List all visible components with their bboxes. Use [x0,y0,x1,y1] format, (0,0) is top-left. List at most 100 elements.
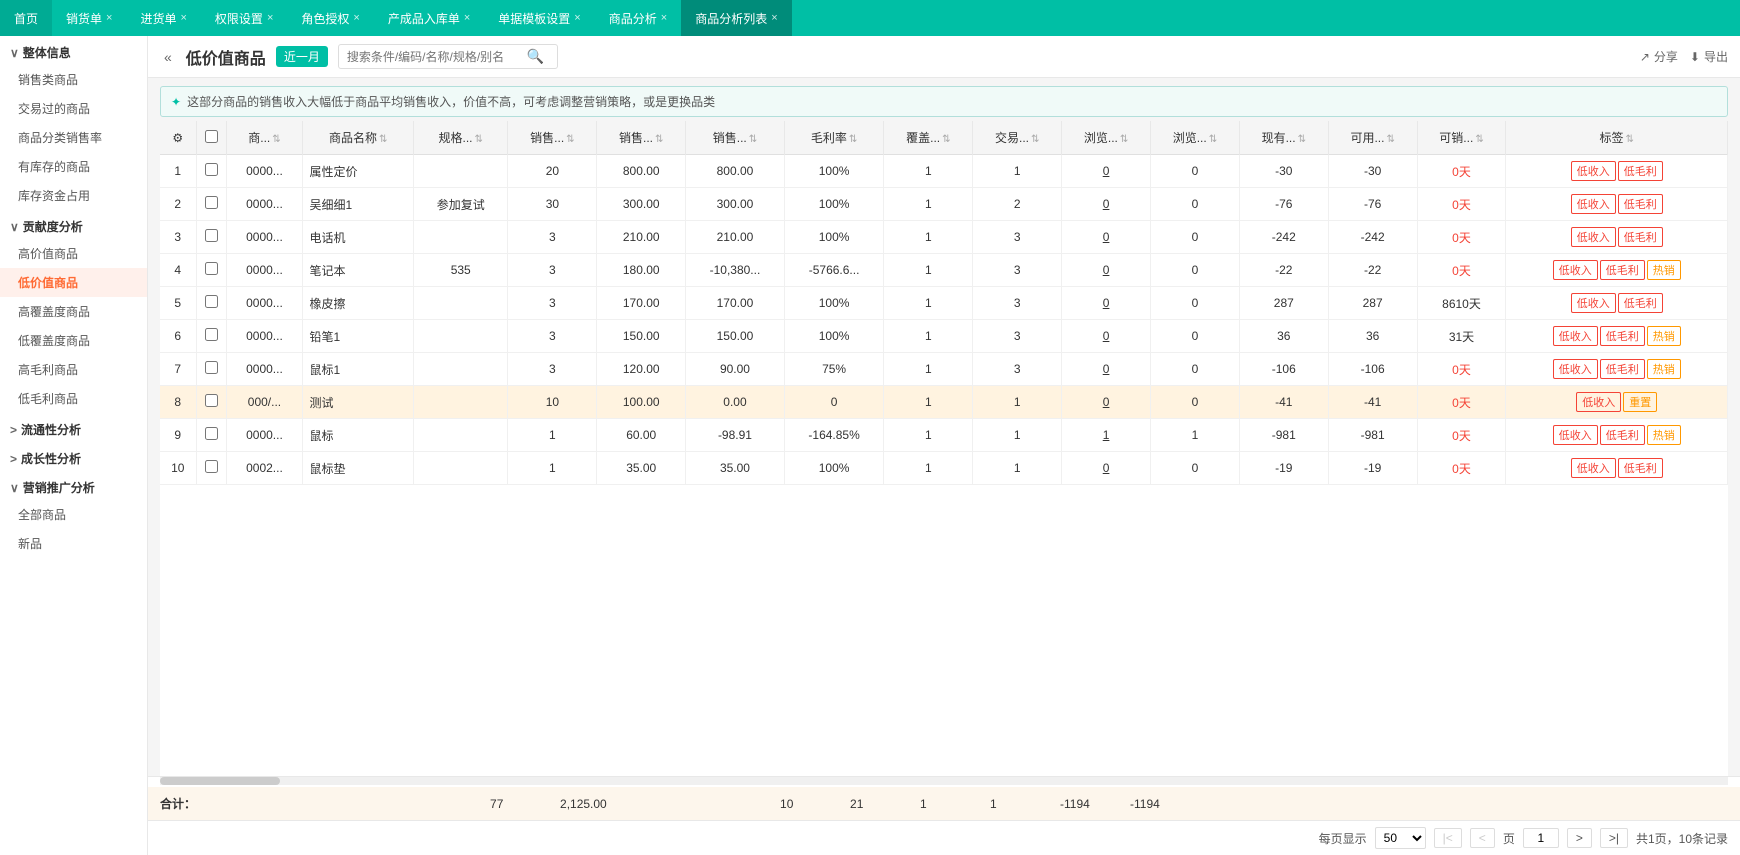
col-check[interactable] [196,121,226,155]
sidebar-group-flow[interactable]: > 流通性分析 [0,413,147,442]
cell-check[interactable] [196,353,226,386]
sidebar-group-contribution[interactable]: ∨ 贡献度分析 [0,210,147,239]
col-sales-amt[interactable]: 销售...⇅ [597,121,686,155]
sidebar-item-sales-goods[interactable]: 销售类商品 [0,65,147,94]
col-view2[interactable]: 浏览...⇅ [1151,121,1240,155]
view1-link[interactable]: 0 [1103,395,1110,409]
row-checkbox[interactable] [205,328,218,341]
sidebar-item-high-value[interactable]: 高价值商品 [0,239,147,268]
cell-view1[interactable]: 0 [1062,188,1151,221]
cell-check[interactable] [196,155,226,188]
view1-link[interactable]: 0 [1103,263,1110,277]
nav-item-home[interactable]: 首页 [0,0,52,36]
cell-check[interactable] [196,254,226,287]
nav-item-roles[interactable]: 角色授权 × [287,0,373,36]
share-button[interactable]: ↗ 分享 [1640,48,1678,65]
col-trade[interactable]: 交易...⇅ [973,121,1062,155]
cell-check[interactable] [196,386,226,419]
sidebar-item-new-goods[interactable]: 新品 [0,529,147,558]
sidebar-item-low-margin[interactable]: 低毛利商品 [0,384,147,413]
cell-view1[interactable]: 0 [1062,452,1151,485]
export-button[interactable]: ⬇ 导出 [1690,48,1728,65]
row-checkbox[interactable] [205,427,218,440]
nav-close-permissions[interactable]: × [267,12,273,24]
view1-link[interactable]: 0 [1103,164,1110,178]
col-coverage[interactable]: 覆盖...⇅ [884,121,973,155]
col-margin[interactable]: 毛利率⇅ [784,121,884,155]
cell-check[interactable] [196,287,226,320]
page-input[interactable] [1523,828,1559,848]
row-checkbox[interactable] [205,394,218,407]
cell-view1[interactable]: 0 [1062,287,1151,320]
cell-view1[interactable]: 0 [1062,221,1151,254]
row-checkbox[interactable] [205,460,218,473]
nav-item-template[interactable]: 单据模板设置 × [484,0,594,36]
cell-view1[interactable]: 0 [1062,353,1151,386]
sidebar-item-stock-funds[interactable]: 库存资金占用 [0,181,147,210]
col-sales-price[interactable]: 销售...⇅ [686,121,785,155]
view1-link[interactable]: 0 [1103,230,1110,244]
sidebar-item-high-coverage[interactable]: 高覆盖度商品 [0,297,147,326]
nav-item-inventory[interactable]: 产成品入库单 × [374,0,484,36]
cell-check[interactable] [196,419,226,452]
cell-view1[interactable]: 1 [1062,419,1151,452]
cell-check[interactable] [196,188,226,221]
sidebar-group-growth[interactable]: > 成长性分析 [0,442,147,471]
row-checkbox[interactable] [205,196,218,209]
cell-check[interactable] [196,221,226,254]
col-available[interactable]: 可用...⇅ [1328,121,1417,155]
col-sales-qty[interactable]: 销售...⇅ [508,121,597,155]
nav-close-inventory[interactable]: × [464,12,470,24]
select-all-checkbox[interactable] [205,130,218,143]
col-saleable[interactable]: 可销...⇅ [1417,121,1506,155]
nav-item-analysis[interactable]: 商品分析 × [595,0,681,36]
nav-item-sales[interactable]: 销货单 × [52,0,126,36]
col-current[interactable]: 现有...⇅ [1239,121,1328,155]
cell-view1[interactable]: 0 [1062,320,1151,353]
view1-link[interactable]: 0 [1103,197,1110,211]
search-input[interactable] [347,50,527,64]
nav-item-permissions[interactable]: 权限设置 × [201,0,287,36]
view1-link[interactable]: 1 [1103,428,1110,442]
first-page-button[interactable]: |< [1434,828,1462,848]
row-checkbox[interactable] [205,262,218,275]
horizontal-scrollbar[interactable] [160,777,1728,785]
col-code[interactable]: 商...⇅ [226,121,303,155]
view1-link[interactable]: 0 [1103,362,1110,376]
sidebar-item-category-rate[interactable]: 商品分类销售率 [0,123,147,152]
col-name[interactable]: 商品名称⇅ [303,121,414,155]
nav-close-purchase[interactable]: × [180,12,186,24]
nav-close-analysis-list[interactable]: × [771,12,777,24]
search-icon[interactable]: 🔍 [527,48,544,65]
sidebar-item-low-coverage[interactable]: 低覆盖度商品 [0,326,147,355]
prev-page-button[interactable]: < [1470,828,1495,848]
sidebar-collapse-button[interactable]: « [160,49,176,65]
col-tags[interactable]: 标签⇅ [1506,121,1728,155]
row-checkbox[interactable] [205,295,218,308]
col-view1[interactable]: 浏览...⇅ [1062,121,1151,155]
cell-view1[interactable]: 0 [1062,155,1151,188]
view1-link[interactable]: 0 [1103,461,1110,475]
per-page-select[interactable]: 50 100 200 [1375,827,1426,849]
date-filter-tag[interactable]: 近一月 [276,46,328,67]
sidebar-item-stock-goods[interactable]: 有库存的商品 [0,152,147,181]
sidebar-item-all-goods[interactable]: 全部商品 [0,500,147,529]
nav-close-analysis[interactable]: × [661,12,667,24]
nav-close-template[interactable]: × [574,12,580,24]
last-page-button[interactable]: >| [1600,828,1628,848]
row-checkbox[interactable] [205,163,218,176]
view1-link[interactable]: 0 [1103,296,1110,310]
nav-close-sales[interactable]: × [106,12,112,24]
row-checkbox[interactable] [205,361,218,374]
col-settings[interactable]: ⚙ [160,121,196,155]
row-checkbox[interactable] [205,229,218,242]
cell-view1[interactable]: 0 [1062,254,1151,287]
sidebar-group-overall[interactable]: ∨ 整体信息 [0,36,147,65]
cell-view1[interactable]: 0 [1062,386,1151,419]
scrollbar-thumb[interactable] [160,777,280,785]
next-page-button[interactable]: > [1567,828,1592,848]
view1-link[interactable]: 0 [1103,329,1110,343]
sidebar-group-marketing[interactable]: ∨ 营销推广分析 [0,471,147,500]
sidebar-item-high-margin[interactable]: 高毛利商品 [0,355,147,384]
nav-close-roles[interactable]: × [353,12,359,24]
